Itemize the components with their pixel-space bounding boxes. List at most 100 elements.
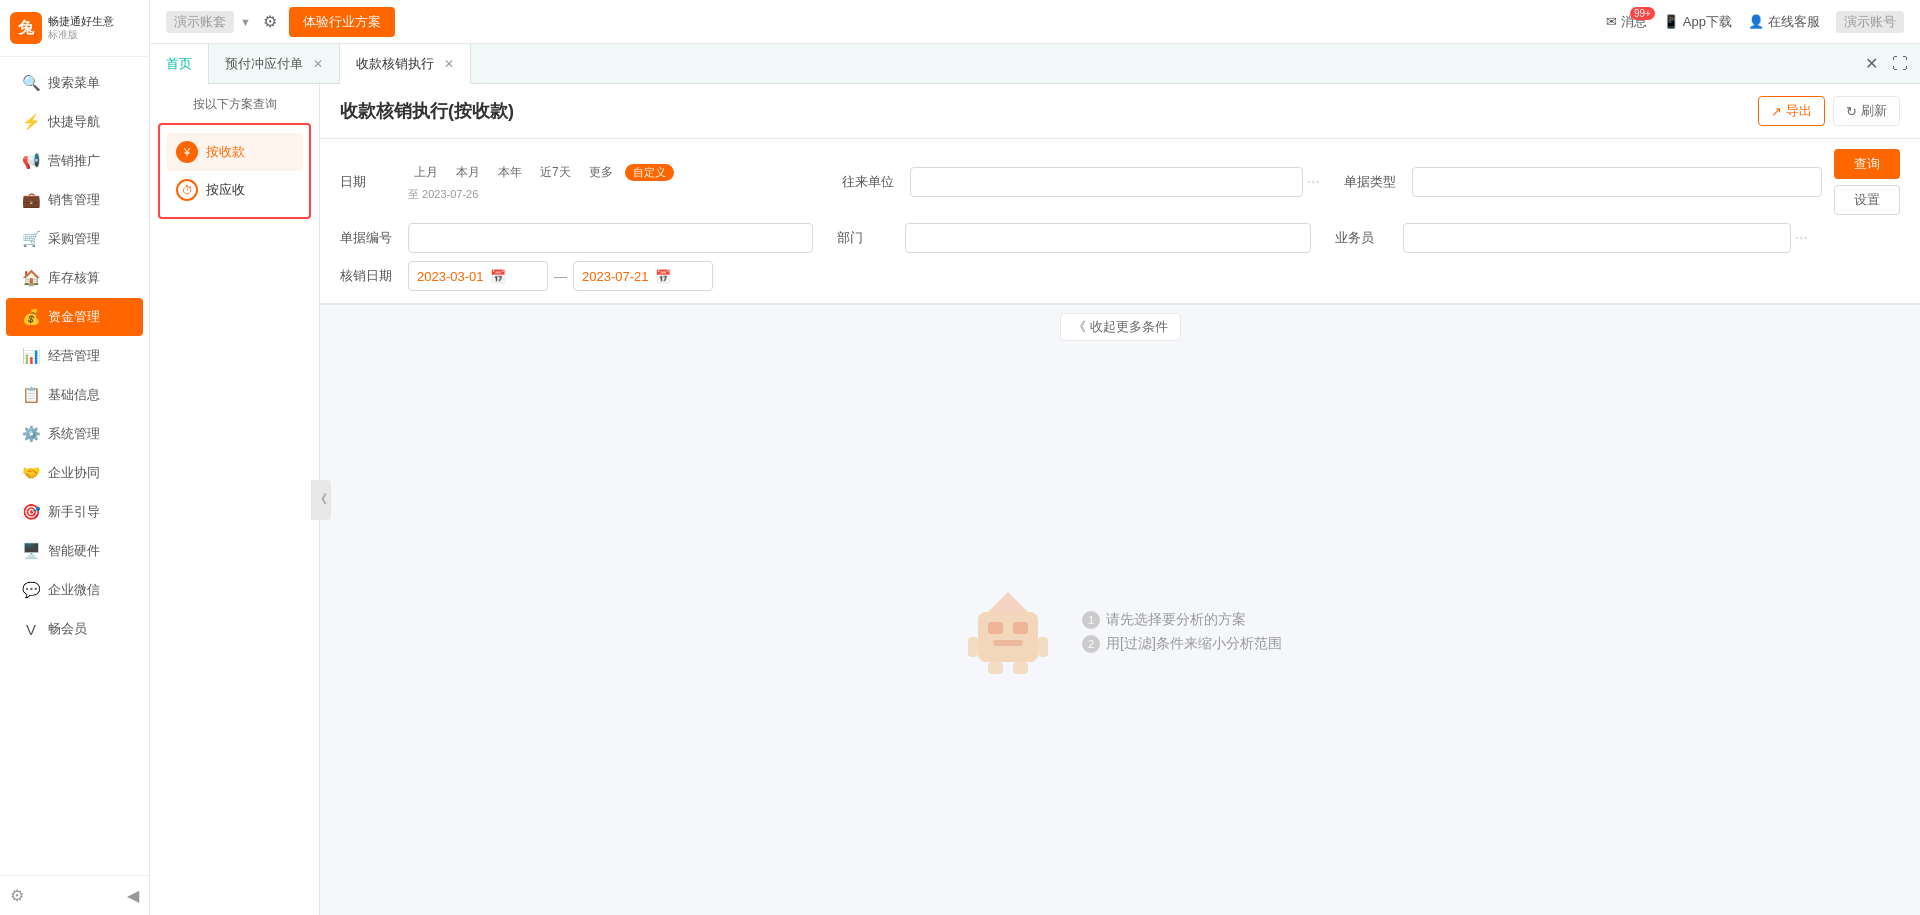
empty-illustration: [958, 582, 1058, 682]
empty-num-1: 1: [1082, 611, 1100, 629]
dept-field: [905, 223, 1310, 253]
quick-date-this-month[interactable]: 本月: [450, 162, 486, 183]
svg-rect-2: [1013, 622, 1028, 634]
sidebar-item-label: 搜索菜单: [48, 74, 100, 92]
sidebar-item-guide[interactable]: 🎯 新手引导: [6, 493, 143, 531]
settings-icon[interactable]: ⚙: [263, 12, 277, 31]
app-download-btn[interactable]: 📱 App下载: [1663, 13, 1732, 31]
filter-collapse-btn[interactable]: 《: [311, 480, 331, 520]
tab-home-label: 首页: [166, 55, 192, 73]
quick-nav-icon: ⚡: [22, 113, 40, 131]
guide-icon: 🎯: [22, 503, 40, 521]
tab-prepay[interactable]: 预付冲应付单 ✕: [209, 44, 340, 84]
dept-select[interactable]: [905, 223, 1310, 253]
refresh-icon: ↻: [1846, 104, 1857, 119]
tab-close-all-icon[interactable]: ✕: [1861, 52, 1882, 75]
export-btn[interactable]: ↗ 导出: [1758, 96, 1825, 126]
page-actions: ↗ 导出 ↻ 刷新: [1758, 96, 1900, 126]
date-field: 上月 本月 本年 近7天 更多 自定义 至 2023-07-26: [408, 162, 818, 202]
empty-text: 1 请先选择要分析的方案 2 用[过滤]条件来缩小分析范围: [1082, 605, 1282, 659]
sidebar-item-sales[interactable]: 💼 销售管理: [6, 181, 143, 219]
chevron-up-icon: 《: [1073, 318, 1086, 336]
tab-prepay-close-icon[interactable]: ✕: [313, 57, 323, 71]
search-menu-icon: 🔍: [22, 74, 40, 92]
sidebar-item-basic-info[interactable]: 📋 基础信息: [6, 376, 143, 414]
tab-writeoff[interactable]: 收款核销执行 ✕: [340, 44, 471, 84]
app-download-label: App下载: [1683, 13, 1732, 31]
svg-rect-1: [988, 622, 1003, 634]
tab-expand-icon[interactable]: ⛶: [1888, 53, 1912, 75]
sidebar-item-label: 经营管理: [48, 347, 100, 365]
sidebar-item-wechat[interactable]: 💬 企业微信: [6, 571, 143, 609]
search-form-row1: 日期 上月 本月 本年 近7天 更多 自定义 至 2023-07-26 往来单位: [320, 139, 1920, 215]
counterparty-field: ···: [910, 167, 1320, 197]
refresh-label: 刷新: [1861, 102, 1887, 120]
user-name[interactable]: 演示账号: [1836, 11, 1904, 33]
online-service-btn[interactable]: 👤 在线客服: [1748, 13, 1820, 31]
sidebar-item-label: 畅会员: [48, 620, 87, 638]
receipt-icon: ¥: [176, 141, 198, 163]
doc-number-label: 单据编号: [340, 229, 396, 247]
sidebar-item-search[interactable]: 🔍 搜索菜单: [6, 64, 143, 102]
collapse-conditions-btn[interactable]: 《 收起更多条件: [1060, 313, 1181, 341]
query-btn[interactable]: 查询: [1834, 149, 1900, 179]
staff-more-icon[interactable]: ···: [1795, 229, 1808, 247]
sidebar-item-label: 企业协同: [48, 464, 100, 482]
svg-rect-6: [1038, 637, 1048, 657]
company-selector[interactable]: 演示账套 ▼: [166, 11, 251, 33]
app-logo-icon: 兔: [10, 12, 42, 44]
quick-date-custom[interactable]: 自定义: [625, 164, 674, 181]
settings-btn[interactable]: 设置: [1834, 185, 1900, 215]
tab-writeoff-close-icon[interactable]: ✕: [444, 57, 454, 71]
filter-option-label: 按应收: [206, 181, 245, 199]
message-badge: 99+: [1630, 7, 1655, 20]
date-no-limit-to: 至 2023-07-26: [408, 187, 818, 202]
filter-panel: 按以下方案查询 ¥ 按收款 ⏱ 按应收 《: [150, 84, 320, 915]
sidebar-item-marketing[interactable]: 📢 营销推广: [6, 142, 143, 180]
company-chevron-icon: ▼: [240, 16, 251, 28]
doc-number-input[interactable]: [408, 223, 813, 253]
content-area: 按以下方案查询 ¥ 按收款 ⏱ 按应收 《 收款核销执行(按收款): [150, 84, 1920, 915]
writeoff-end-date: 2023-07-21: [582, 269, 649, 284]
writeoff-date-end-input[interactable]: 2023-07-21 📅: [573, 261, 713, 291]
quick-date-more[interactable]: 更多: [583, 162, 619, 183]
svg-rect-3: [993, 640, 1023, 646]
tab-home[interactable]: 首页: [150, 44, 209, 84]
service-icon: 👤: [1748, 14, 1764, 29]
finance-icon: 💰: [22, 308, 40, 326]
counterparty-input[interactable]: [910, 167, 1303, 197]
receivable-icon: ⏱: [176, 179, 198, 201]
doc-type-select[interactable]: [1412, 167, 1822, 197]
writeoff-date-start-input[interactable]: 2023-03-01 📅: [408, 261, 548, 291]
sidebar-item-label: 企业微信: [48, 581, 100, 599]
sidebar-item-operations[interactable]: 📊 经营管理: [6, 337, 143, 375]
sidebar-item-enterprise[interactable]: 🤝 企业协同: [6, 454, 143, 492]
quick-date-7days[interactable]: 近7天: [534, 162, 577, 183]
sidebar-collapse-icon[interactable]: ◀: [127, 886, 139, 905]
sidebar-bottom: ⚙ ◀: [0, 875, 149, 915]
sidebar-item-purchase[interactable]: 🛒 采购管理: [6, 220, 143, 258]
sidebar-settings-icon[interactable]: ⚙: [10, 886, 24, 905]
sidebar-item-label: 库存核算: [48, 269, 100, 287]
app-edition: 标准版: [48, 28, 114, 42]
quick-date-this-year[interactable]: 本年: [492, 162, 528, 183]
sidebar-item-inventory[interactable]: 🏠 库存核算: [6, 259, 143, 297]
sidebar-item-hardware[interactable]: 🖥️ 智能硬件: [6, 532, 143, 570]
counterparty-more-icon[interactable]: ···: [1307, 173, 1320, 191]
filter-option-label: 按收款: [206, 143, 245, 161]
refresh-btn[interactable]: ↻ 刷新: [1833, 96, 1900, 126]
search-form-row2: 单据编号 部门 业务员 ···: [320, 215, 1920, 253]
sidebar-item-member[interactable]: V 畅会员: [6, 610, 143, 648]
sidebar-item-system[interactable]: ⚙️ 系统管理: [6, 415, 143, 453]
message-btn[interactable]: ✉ 消息 99+: [1606, 13, 1647, 31]
marketing-icon: 📢: [22, 152, 40, 170]
solution-btn[interactable]: 体验行业方案: [289, 7, 395, 37]
sidebar-item-quick-nav[interactable]: ⚡ 快捷导航: [6, 103, 143, 141]
quick-date-last-month[interactable]: 上月: [408, 162, 444, 183]
filter-option-by-receivable[interactable]: ⏱ 按应收: [166, 171, 303, 209]
staff-input[interactable]: [1403, 223, 1791, 253]
sidebar-item-finance[interactable]: 💰 资金管理: [6, 298, 143, 336]
svg-rect-0: [978, 612, 1038, 662]
filter-option-by-receipt[interactable]: ¥ 按收款: [166, 133, 303, 171]
empty-hint-1: 请先选择要分析的方案: [1106, 611, 1246, 629]
